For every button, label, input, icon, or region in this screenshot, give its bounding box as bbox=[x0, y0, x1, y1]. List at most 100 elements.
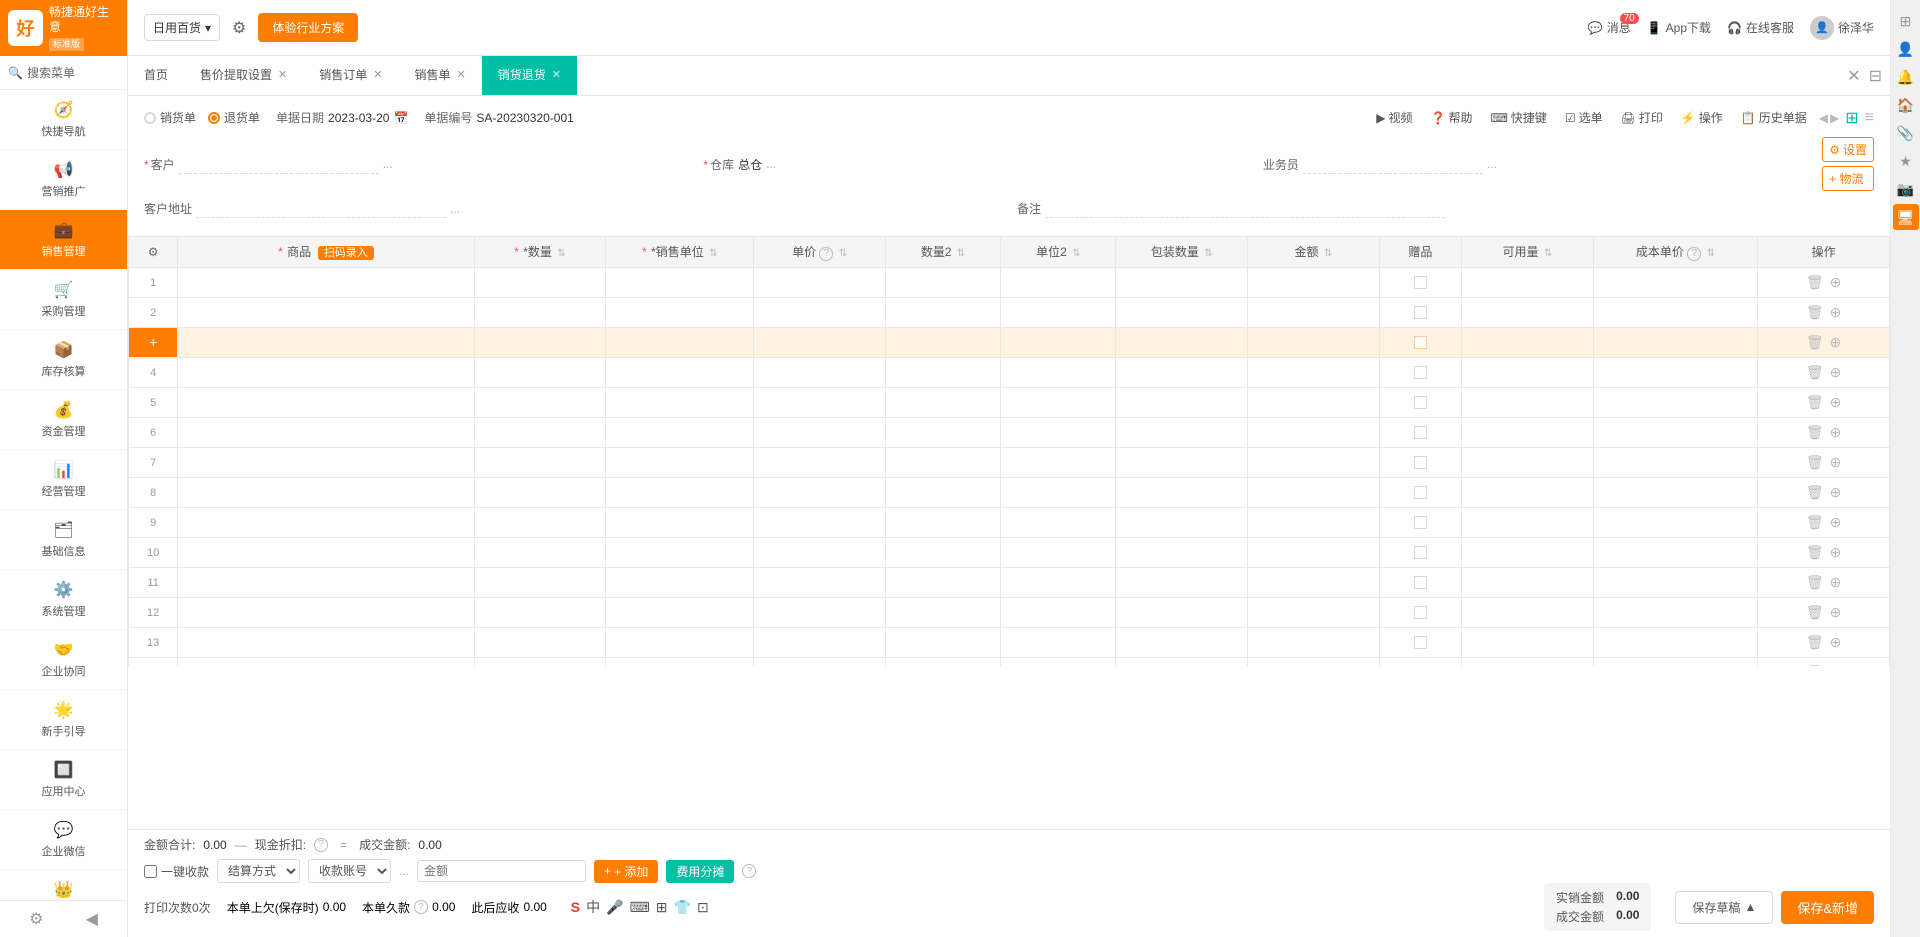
table-scroll[interactable]: ⚙ 商品 扫码录入 *数量 ⇅ *销售单位 ⇅ 单价 ? ⇅ bbox=[128, 236, 1890, 666]
settlement-select[interactable]: 结算方式 bbox=[217, 859, 300, 883]
unit-price-info-icon[interactable]: ? bbox=[819, 247, 833, 261]
gift-checkbox[interactable] bbox=[1414, 546, 1427, 559]
delete-icon[interactable]: 🗑 bbox=[1806, 364, 1824, 381]
sidebar-item-marketing[interactable]: 📢 营销推广 bbox=[0, 150, 127, 210]
cost-sort-icon[interactable]: ⇅ bbox=[1707, 248, 1715, 259]
stat2-info-icon[interactable]: ? bbox=[414, 900, 428, 914]
tab-delivery-close[interactable]: ✕ bbox=[457, 68, 466, 81]
grid-view-icon[interactable]: ⊞ bbox=[1845, 108, 1858, 128]
qty-cell-active[interactable] bbox=[474, 327, 606, 357]
sidebar-item-wechat[interactable]: 💬 企业微信 bbox=[0, 810, 127, 870]
unit-cell-active[interactable] bbox=[606, 327, 754, 357]
sidebar-item-appstore[interactable]: 🔲 应用中心 bbox=[0, 750, 127, 810]
price-cell-active[interactable] bbox=[754, 327, 886, 357]
gift-checkbox[interactable] bbox=[1414, 366, 1427, 379]
product-cell[interactable] bbox=[178, 267, 474, 297]
sidebar-item-system[interactable]: ⚙️ 系统管理 bbox=[0, 570, 127, 630]
sidebar-item-sales[interactable]: 💼 销售管理 bbox=[0, 210, 127, 270]
panel-icon-7[interactable]: 📷 bbox=[1893, 176, 1919, 202]
tab-home[interactable]: 首页 bbox=[128, 56, 184, 95]
gift-checkbox[interactable] bbox=[1414, 636, 1427, 649]
gift-checkbox[interactable] bbox=[1414, 276, 1427, 289]
panel-icon-2[interactable]: 👤 bbox=[1893, 36, 1919, 62]
nav-arrows[interactable]: ◀ ▶ bbox=[1819, 111, 1839, 125]
panel-icon-8[interactable]: 🖥 bbox=[1893, 204, 1919, 230]
sidebar-item-member[interactable]: 👑 畅会员 bbox=[0, 870, 127, 900]
keyboard-icon[interactable]: ⌨ bbox=[630, 899, 650, 916]
save-new-button[interactable]: 保存&新增 bbox=[1781, 891, 1874, 924]
qr-icon[interactable]: ⊞ bbox=[656, 899, 668, 916]
one-click-payment-check[interactable]: 一键收款 bbox=[144, 863, 209, 880]
add-logistics-button[interactable]: + 物流 bbox=[1822, 166, 1874, 191]
save-draft-button[interactable]: 保存草稿 ▲ bbox=[1675, 891, 1773, 924]
price-cell[interactable] bbox=[754, 297, 886, 327]
scan-input-btn[interactable]: 扫码录入 bbox=[318, 246, 374, 260]
cost-cell[interactable] bbox=[1593, 267, 1758, 297]
payment-checkbox[interactable] bbox=[144, 865, 157, 878]
unit-sort-icon[interactable]: ⇅ bbox=[709, 248, 717, 259]
tabs-layout-icon[interactable]: ⊟ bbox=[1869, 66, 1882, 86]
search-menu[interactable]: 🔍 搜索菜单 bbox=[0, 56, 127, 90]
user-menu[interactable]: 👤 徐泽华 bbox=[1810, 16, 1874, 40]
sidebar-item-operation[interactable]: 📊 经营管理 bbox=[0, 450, 127, 510]
discount-info-icon[interactable]: ? bbox=[314, 838, 328, 852]
sidebar-item-enterprise[interactable]: 🤝 企业协同 bbox=[0, 630, 127, 690]
qty2-cell[interactable] bbox=[886, 267, 1001, 297]
amount-cell[interactable] bbox=[1248, 267, 1380, 297]
available-sort-icon[interactable]: ⇅ bbox=[1544, 248, 1552, 259]
app-download-btn[interactable]: 📱 App下载 bbox=[1647, 19, 1711, 36]
gift-checkbox[interactable] bbox=[1414, 486, 1427, 499]
topbar-gear-icon[interactable]: ⚙ bbox=[228, 14, 250, 42]
tab-sales-delivery[interactable]: 销售单 ✕ bbox=[398, 56, 481, 95]
pack-cell[interactable] bbox=[1116, 297, 1248, 327]
col-gear[interactable]: ⚙ bbox=[129, 237, 178, 268]
tab-price-close[interactable]: ✕ bbox=[278, 68, 287, 81]
tab-sales-return[interactable]: 销货退货 ✕ bbox=[482, 56, 577, 95]
gift-checkbox[interactable] bbox=[1414, 576, 1427, 589]
copy-active-icon[interactable]: ⊕ bbox=[1830, 334, 1842, 351]
account-select[interactable]: 收款账号 bbox=[308, 859, 391, 883]
qty-cell[interactable] bbox=[474, 297, 606, 327]
split-button[interactable]: 费用分摊 bbox=[666, 860, 734, 883]
gift-checkbox[interactable] bbox=[1414, 426, 1427, 439]
gift-checkbox[interactable] bbox=[1414, 456, 1427, 469]
amount-sort-icon[interactable]: ⇅ bbox=[1324, 248, 1332, 259]
pack-sort-icon[interactable]: ⇅ bbox=[1204, 248, 1212, 259]
add-row-button[interactable]: + bbox=[143, 332, 163, 352]
panel-icon-6[interactable]: ★ bbox=[1893, 148, 1919, 174]
copy-row-icon[interactable]: ⊕ bbox=[1830, 274, 1842, 291]
sidebar-item-quick-nav[interactable]: 🧭 快捷导航 bbox=[0, 90, 127, 150]
toolbar-shortcut-btn[interactable]: ⌨ 快捷键 bbox=[1484, 106, 1552, 129]
sidebar-item-finance[interactable]: 💰 资金管理 bbox=[0, 390, 127, 450]
unit2-cell-active[interactable] bbox=[1001, 327, 1116, 357]
sidebar-settings-icon[interactable]: ⚙ bbox=[29, 909, 43, 929]
unit2-cell[interactable] bbox=[1001, 267, 1116, 297]
experience-button[interactable]: 体验行业方案 bbox=[258, 13, 358, 42]
list-view-icon[interactable]: ≡ bbox=[1865, 109, 1874, 127]
copy-row-icon[interactable]: ⊕ bbox=[1830, 304, 1842, 321]
amount-cell-active[interactable] bbox=[1248, 327, 1380, 357]
qty-cell[interactable] bbox=[474, 267, 606, 297]
gift-checkbox[interactable] bbox=[1414, 606, 1427, 619]
gift-cell[interactable] bbox=[1379, 267, 1461, 297]
toolbar-operate-btn[interactable]: ⚡ 操作 bbox=[1675, 106, 1729, 129]
panel-icon-3[interactable]: 🔔 bbox=[1893, 64, 1919, 90]
gift-checkbox[interactable] bbox=[1414, 306, 1427, 319]
gift-checkbox-active[interactable] bbox=[1414, 336, 1427, 349]
pack-cell-active[interactable] bbox=[1116, 327, 1248, 357]
price-sort-icon[interactable]: ⇅ bbox=[839, 248, 847, 259]
sidebar-collapse-icon[interactable]: ◀ bbox=[86, 909, 98, 929]
more-icon[interactable]: ⊡ bbox=[697, 899, 709, 916]
remarks-input[interactable] bbox=[1045, 199, 1445, 218]
sidebar-item-guide[interactable]: 🌟 新手引导 bbox=[0, 690, 127, 750]
radio-return[interactable]: 退货单 bbox=[208, 109, 260, 126]
toolbar-history-btn[interactable]: 📋 历史单据 bbox=[1735, 106, 1813, 129]
prev-icon[interactable]: ◀ bbox=[1819, 111, 1828, 125]
add-payment-button[interactable]: + + 添加 bbox=[594, 860, 658, 883]
message-btn[interactable]: 💬 消息 70 bbox=[1588, 19, 1631, 36]
gift-checkbox[interactable] bbox=[1414, 516, 1427, 529]
tabs-close-all-icon[interactable]: ✕ bbox=[1847, 66, 1860, 86]
amount-input[interactable] bbox=[417, 860, 586, 882]
product-cell[interactable] bbox=[178, 297, 474, 327]
pack-cell[interactable] bbox=[1116, 267, 1248, 297]
